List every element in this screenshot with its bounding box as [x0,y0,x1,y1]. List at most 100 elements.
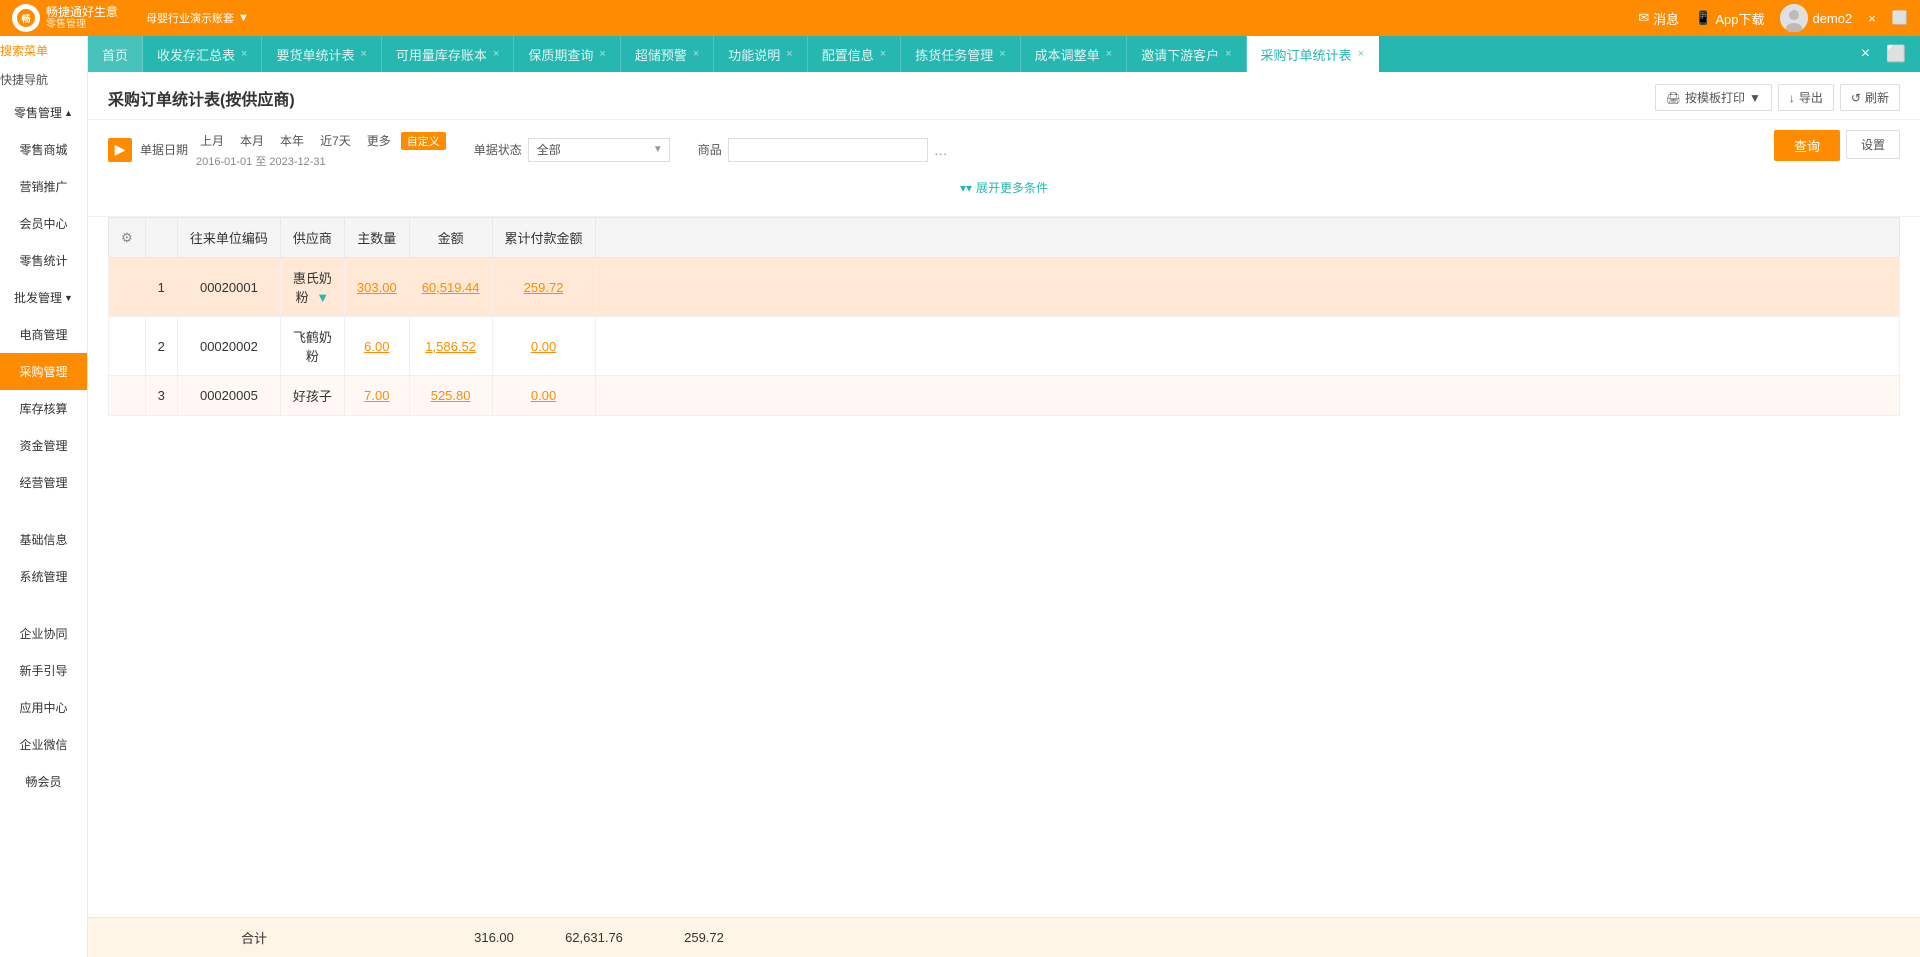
sidebar-item-finance[interactable]: 资金管理 [0,427,87,464]
tab-order-summary[interactable]: 要货单统计表 × [262,36,381,72]
footer-label: 合计 [194,928,314,947]
row3-main-qty[interactable]: 7.00 [344,376,409,416]
gear-icon[interactable]: ⚙ [121,230,133,245]
row3-paid-amount[interactable]: 0.00 [492,376,595,416]
sidebar-item-member-center[interactable]: 会员中心 [0,205,87,242]
tab-purchase-summary-close[interactable]: × [1358,48,1364,60]
tab-cost-adjust[interactable]: 成本调整单 × [1021,36,1127,72]
tab-invite-downstream-close[interactable]: × [1225,48,1231,60]
refresh-label: 刷新 [1865,89,1889,106]
filter-date-section: 单据日期 上月 本月 本年 近7天 更多 自定义 20 [140,130,446,169]
row1-expand-icon[interactable]: ▼ [316,290,329,305]
message-btn[interactable]: ✉ 消息 [1638,9,1679,28]
refresh-btn[interactable]: ↺ 刷新 [1840,84,1900,111]
row3-amount[interactable]: 525.80 [409,376,492,416]
filter-goods-input[interactable] [728,138,928,162]
date-shortcut-more[interactable]: 更多 [361,130,397,151]
close-window-btn[interactable]: × [1868,11,1876,26]
sidebar-item-retail-mall[interactable]: 零售商城 [0,131,87,168]
sidebar-item-system[interactable]: 系统管理 [0,558,87,595]
message-icon: ✉ [1638,10,1649,26]
user-area[interactable]: demo2 [1780,4,1852,32]
col-gear: ⚙ [109,218,146,258]
sidebar-item-retail-stats[interactable]: 零售统计 [0,242,87,279]
arrow-icon-wholesale: ▼ [64,293,73,303]
sidebar-item-enterprise-wechat[interactable]: 企业微信 [0,726,87,763]
sidebar-item-retail-management[interactable]: 零售管理 ▲ [0,94,87,131]
sidebar-item-app-center[interactable]: 应用中心 [0,689,87,726]
goods-more-icon[interactable]: … [934,142,948,158]
tab-usable-inventory-close[interactable]: × [493,48,499,60]
tab-overstock[interactable]: 超储预警 × [621,36,714,72]
sidebar-item-wholesale[interactable]: 批发管理 ▼ [0,279,87,316]
date-custom-badge[interactable]: 自定义 [401,132,446,150]
settings-btn[interactable]: 设置 [1846,130,1900,159]
app-download-btn[interactable]: 📱 App下载 [1695,9,1764,28]
sidebar-item-inventory-check[interactable]: 库存核算 [0,390,87,427]
sidebar-item-ecommerce[interactable]: 电商管理 [0,316,87,353]
sidebar-item-purchase[interactable]: 采购管理 [0,353,87,390]
restore-window-btn[interactable]: ⬜ [1892,10,1908,26]
tab-config-info-close[interactable]: × [880,48,886,60]
date-shortcut-this-month[interactable]: 本月 [234,130,270,151]
print-btn[interactable]: 🖨 按模板打印 ▼ [1655,84,1772,111]
logo-text: 畅捷通好生意 零售管理 [46,5,118,31]
sidebar-item-enterprise-collab[interactable]: 企业协同 [0,615,87,652]
sidebar-label-wholesale: 批发管理 [14,289,62,306]
tab-cost-adjust-close[interactable]: × [1106,48,1112,60]
tab-purchase-summary[interactable]: 采购订单统计表 × [1247,36,1379,72]
tab-order-summary-close[interactable]: × [360,48,366,60]
query-btn[interactable]: 查询 [1774,130,1840,161]
sidebar-item-basic-info[interactable]: 基础信息 [0,521,87,558]
row2-gear [109,317,146,376]
row1-seq: 1 [145,258,177,317]
filter-toggle-btn[interactable]: ▶ [108,138,132,162]
row2-amount[interactable]: 1,586.52 [409,317,492,376]
tab-close-all-btn[interactable]: × [1855,43,1876,65]
col-supplier-name: 供应商 [280,218,344,258]
arrow-icon: ▲ [64,108,73,118]
avatar [1780,4,1808,32]
expand-more-btn[interactable]: ▾▾ 展开更多条件 [108,173,1900,202]
tab-receive-summary[interactable]: 收发存汇总表 × [143,36,262,72]
sidebar-item-business[interactable]: 经营管理 [0,464,87,501]
tab-home[interactable]: 首页 [88,36,143,72]
date-shortcut-last-month[interactable]: 上月 [194,130,230,151]
date-shortcut-this-year[interactable]: 本年 [274,130,310,151]
row3-gear [109,376,146,416]
layout: 搜索菜单 快捷导航 零售管理 ▲ 零售商城 营销推广 会员中心 零售统计 批发管… [0,36,1920,957]
sidebar-item-new-guide[interactable]: 新手引导 [0,652,87,689]
export-btn[interactable]: ↓ 导出 [1778,84,1834,111]
date-shortcut-7days[interactable]: 近7天 [314,130,357,151]
tab-invite-downstream[interactable]: 邀请下游客户 × [1127,36,1246,72]
tab-function-desc[interactable]: 功能说明 × [714,36,807,72]
tab-picking-task[interactable]: 拣货任务管理 × [901,36,1020,72]
row1-amount[interactable]: 60,519.44 [409,258,492,317]
expand-more-row: ▾▾ 展开更多条件 [108,169,1900,206]
row1-main-qty[interactable]: 303.00 [344,258,409,317]
tab-restore-btn[interactable]: ⬜ [1880,42,1912,66]
tab-shelf-life[interactable]: 保质期查询 × [514,36,620,72]
sidebar-search-btn[interactable]: 搜索菜单 [0,36,87,65]
tab-function-desc-close[interactable]: × [786,48,792,60]
footer-paid-amount: 259.72 [644,930,764,945]
app-subtitle: 零售管理 [46,19,118,31]
tab-receive-summary-close[interactable]: × [241,48,247,60]
tab-config-info[interactable]: 配置信息 × [808,36,901,72]
tab-overstock-close[interactable]: × [693,48,699,60]
filter-toggle-icon: ▶ [115,141,126,158]
tab-usable-inventory[interactable]: 可用量库存账本 × [382,36,514,72]
tab-shelf-life-close[interactable]: × [599,48,605,60]
workspace-selector[interactable]: 母婴行业演示账套 ▼ [146,10,249,26]
row1-paid-amount[interactable]: 259.72 [492,258,595,317]
row2-main-qty[interactable]: 6.00 [344,317,409,376]
filter-status-select[interactable]: 全部 待审核 已审核 已完成 [529,139,669,161]
row3-supplier-name: 好孩子 [280,376,344,416]
row3-supplier-code: 00020005 [177,376,280,416]
sidebar-item-member[interactable]: 畅会员 [0,763,87,800]
sidebar-quick-nav[interactable]: 快捷导航 [0,65,87,94]
tab-picking-task-close[interactable]: × [999,48,1005,60]
sidebar-item-marketing[interactable]: 营销推广 [0,168,87,205]
tab-function-desc-label: 功能说明 [728,45,780,64]
row2-paid-amount[interactable]: 0.00 [492,317,595,376]
